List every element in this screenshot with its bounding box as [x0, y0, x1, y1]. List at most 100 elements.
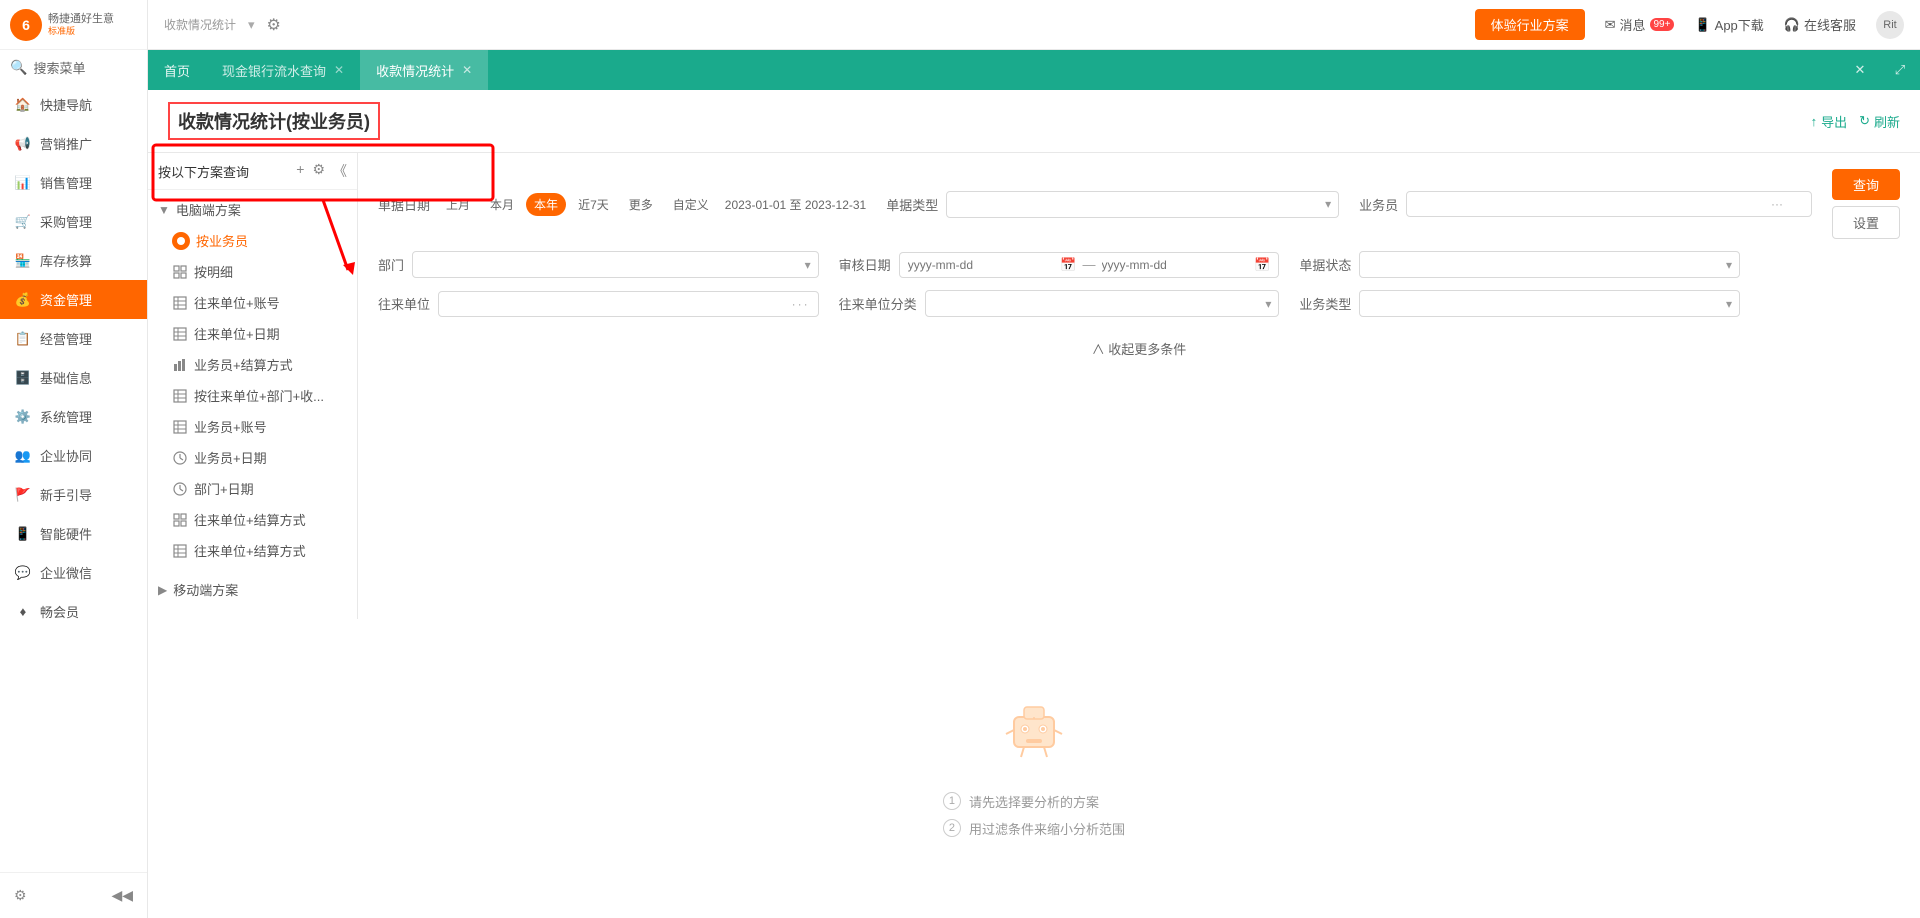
- sidebar-item-wechat[interactable]: 💬 企业微信: [0, 553, 147, 592]
- app-download-btn[interactable]: 📱 App下载: [1694, 15, 1763, 34]
- empty-tips: 1 请先选择要分析的方案 2 用过滤条件来缩小分析范围: [943, 792, 1125, 846]
- notification-btn[interactable]: ✉ 消息 99+: [1605, 15, 1675, 34]
- sidebar-item-enterprise[interactable]: 👥 企业协同: [0, 436, 147, 475]
- empty-state: 1 请先选择要分析的方案 2 用过滤条件来缩小分析范围: [148, 619, 1920, 918]
- finance-icon: 💰: [14, 291, 32, 309]
- topbar: 收款情况统计 ▾ ⚙ 体验行业方案 ✉ 消息 99+ 📱 App下载 🎧 在线客…: [148, 0, 1920, 50]
- tab-cashflow-close[interactable]: ✕: [334, 63, 344, 77]
- guide-icon: 🚩: [14, 486, 32, 504]
- online-service-btn[interactable]: 🎧 在线客服: [1784, 15, 1856, 34]
- sidebar-collapse-btn[interactable]: ◀◀: [107, 883, 137, 908]
- date-tab-7days[interactable]: 近7天: [570, 193, 617, 216]
- tab-cashflow[interactable]: 现金银行流水查询 ✕: [206, 50, 360, 90]
- filter-row-1: 单据日期 上月 本月 本年 近7天 更多 自定义 2023-01-01 至 20…: [378, 169, 1900, 239]
- inventory-icon: 🏪: [14, 252, 32, 270]
- biz-type-select[interactable]: [1359, 290, 1740, 317]
- topbar-settings-icon[interactable]: ⚙: [267, 15, 281, 35]
- table-icon-5: [172, 543, 188, 559]
- date-separator: —: [1083, 257, 1096, 272]
- doc-status-select[interactable]: [1359, 251, 1740, 278]
- scheme-mobile-group[interactable]: ▶ 移动端方案: [148, 574, 357, 605]
- scheme-item-salesperson-settle[interactable]: 业务员+结算方式: [148, 349, 357, 380]
- basic-icon: 🗄️: [14, 369, 32, 387]
- filter-panel: 单据日期 上月 本月 本年 近7天 更多 自定义 2023-01-01 至 20…: [358, 153, 1920, 619]
- sidebar-item-inventory[interactable]: 🏪 库存核算: [0, 241, 147, 280]
- chevron-down-icon: ▼: [158, 203, 170, 217]
- scheme-pc-group[interactable]: ▼ 电脑端方案: [148, 194, 357, 225]
- partner-select[interactable]: ···: [438, 291, 819, 317]
- sidebar-item-operation[interactable]: 📋 经营管理: [0, 319, 147, 358]
- query-btn[interactable]: 查询: [1832, 169, 1900, 200]
- partner-category-select[interactable]: [925, 290, 1280, 317]
- trial-btn[interactable]: 体验行业方案: [1475, 9, 1585, 40]
- tab-fullscreen-btn[interactable]: ⤢: [1880, 50, 1920, 90]
- doc-status-filter: 单据状态: [1299, 251, 1740, 278]
- sidebar-item-finance[interactable]: 💰 资金管理: [0, 280, 147, 319]
- scheme-item-salesperson[interactable]: 按业务员: [148, 225, 357, 256]
- clock-icon-2: [172, 481, 188, 497]
- scheme-settings-icon[interactable]: ⚙: [312, 161, 325, 181]
- doc-status-select-wrapper: [1359, 251, 1740, 278]
- collapse-bar[interactable]: ∧ 收起更多条件: [378, 329, 1900, 368]
- service-icon: 🎧: [1784, 17, 1800, 33]
- tab-close-all-btn[interactable]: ✕: [1840, 50, 1880, 90]
- scheme-item-dept-date[interactable]: 部门+日期: [148, 473, 357, 504]
- avatar: Rit: [1876, 11, 1904, 39]
- doc-type-select[interactable]: [946, 191, 1339, 218]
- biz-type-label: 业务类型: [1299, 294, 1351, 313]
- salesperson-select[interactable]: ···: [1406, 191, 1812, 217]
- salesperson-filter: 业务员 ···: [1359, 191, 1812, 217]
- breadcrumb-dropdown-icon[interactable]: ▾: [248, 17, 255, 33]
- review-date-end-input[interactable]: [1102, 258, 1255, 272]
- tab-collection[interactable]: 收款情况统计 ✕: [360, 50, 488, 90]
- sidebar-item-marketing[interactable]: 📢 营销推广: [0, 124, 147, 163]
- sidebar-item-guide[interactable]: 🚩 新手引导: [0, 475, 147, 514]
- user-avatar[interactable]: Rit: [1876, 11, 1904, 39]
- sidebar-item-sales[interactable]: 📊 销售管理: [0, 163, 147, 202]
- action-buttons: 查询 设置: [1832, 169, 1900, 239]
- tab-home[interactable]: 首页: [148, 50, 206, 90]
- date-range-display: 2023-01-01 至 2023-12-31: [725, 196, 866, 213]
- export-icon: ↑: [1811, 114, 1818, 129]
- scheme-item-partner-settle-2[interactable]: 往来单位+结算方式: [148, 535, 357, 566]
- sidebar-item-member[interactable]: ♦ 畅会员: [0, 592, 147, 631]
- scheme-add-icon[interactable]: +: [296, 161, 304, 181]
- search-menu[interactable]: 🔍 搜索菜单: [0, 50, 147, 85]
- dept-select[interactable]: [412, 251, 819, 278]
- date-tab-this-year[interactable]: 本年: [526, 193, 566, 216]
- sidebar-item-purchase[interactable]: 🛒 采购管理: [0, 202, 147, 241]
- search-icon: 🔍: [10, 59, 27, 76]
- page-title: 收款情况统计(按业务员): [168, 102, 380, 140]
- partner-category-select-wrapper: [925, 290, 1280, 317]
- grid-icon-2: [172, 512, 188, 528]
- app-logo: 6 畅捷通好生意 标准版: [0, 0, 147, 50]
- scheme-item-partner-account[interactable]: 往来单位+账号: [148, 287, 357, 318]
- sidebar-item-basic[interactable]: 🗄️ 基础信息: [0, 358, 147, 397]
- scheme-item-salesperson-date[interactable]: 业务员+日期: [148, 442, 357, 473]
- setting-btn[interactable]: 设置: [1832, 206, 1900, 239]
- partner-label: 往来单位: [378, 294, 430, 313]
- review-date-start-input[interactable]: [908, 258, 1061, 272]
- date-tab-last-month[interactable]: 上月: [438, 193, 478, 216]
- partner-filter: 往来单位 ···: [378, 291, 819, 317]
- sidebar-item-hardware[interactable]: 📱 智能硬件: [0, 514, 147, 553]
- scheme-item-salesperson-account[interactable]: 业务员+账号: [148, 411, 357, 442]
- doc-type-filter: 单据类型: [886, 191, 1339, 218]
- scheme-item-partner-dept[interactable]: 按往来单位+部门+收...: [148, 380, 357, 411]
- tab-collection-close[interactable]: ✕: [462, 63, 472, 77]
- scheme-item-partner-settle-1[interactable]: 往来单位+结算方式: [148, 504, 357, 535]
- date-tab-custom[interactable]: 自定义: [665, 193, 717, 216]
- breadcrumb: 收款情况统计: [164, 16, 236, 33]
- sidebar-item-quick-nav[interactable]: 🏠 快捷导航: [0, 85, 147, 124]
- sidebar-item-system[interactable]: ⚙️ 系统管理: [0, 397, 147, 436]
- scheme-collapse-icon[interactable]: 《: [333, 161, 347, 181]
- sidebar-settings-btn[interactable]: ⚙: [10, 883, 31, 908]
- date-tab-more[interactable]: 更多: [621, 193, 661, 216]
- scheme-item-detail[interactable]: 按明细: [148, 256, 357, 287]
- scheme-item-partner-date[interactable]: 往来单位+日期: [148, 318, 357, 349]
- refresh-btn[interactable]: ↻ 刷新: [1859, 112, 1900, 131]
- sidebar-bottom: ⚙ ◀◀: [0, 872, 147, 918]
- calendar-icon-end: 📅: [1254, 257, 1270, 273]
- date-tab-this-month[interactable]: 本月: [482, 193, 522, 216]
- export-btn[interactable]: ↑ 导出: [1811, 112, 1848, 131]
